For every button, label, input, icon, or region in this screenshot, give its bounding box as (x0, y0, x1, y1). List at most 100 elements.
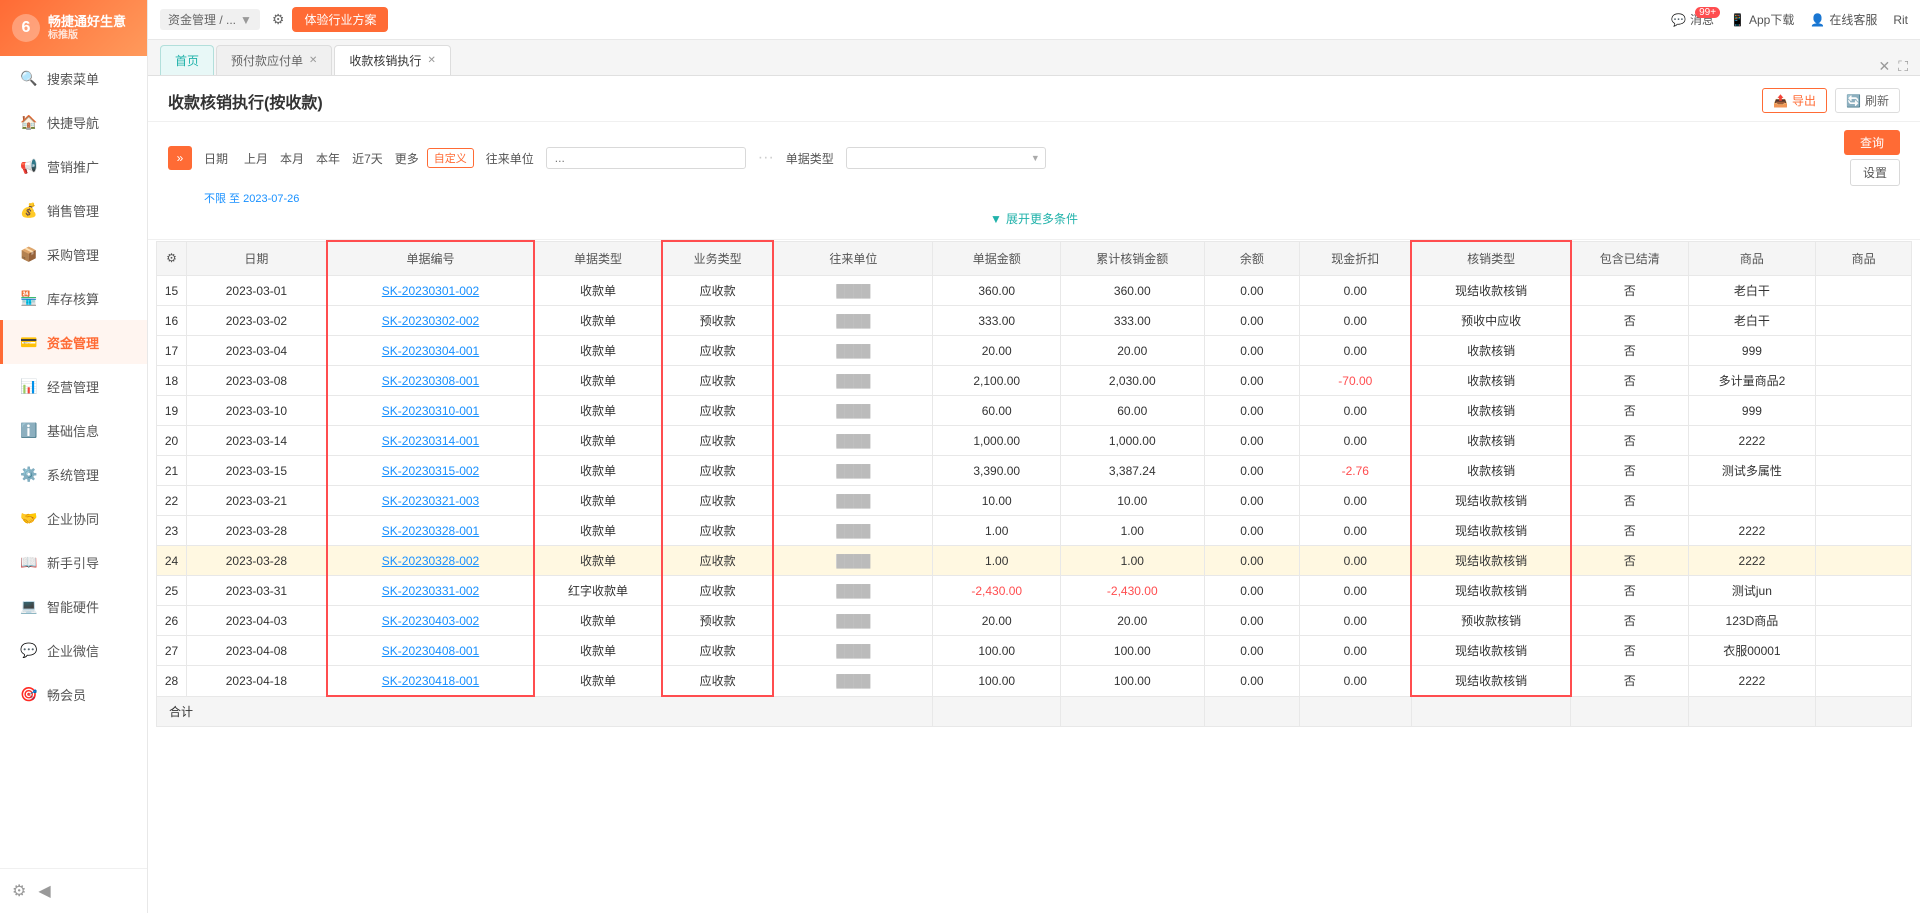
refresh-icon: 🔄 (1846, 94, 1861, 108)
tab-collection-close-icon[interactable]: ✕ (427, 55, 435, 66)
sidebar-icon-operation: 📊 (19, 376, 39, 396)
td-amount: 1,000.00 (933, 426, 1061, 456)
td-bill-no: SK-20230314-001 (327, 426, 534, 456)
refresh-button[interactable]: 🔄 刷新 (1835, 88, 1900, 113)
gear-icon[interactable]: ⚙ (272, 11, 285, 28)
td-included: 否 (1571, 366, 1688, 396)
sidebar-item-member[interactable]: 🎯 畅会员 (0, 672, 147, 716)
sidebar-label-inventory: 库存核算 (47, 289, 99, 308)
sidebar-item-wechat[interactable]: 💬 企业微信 (0, 628, 147, 672)
sidebar-item-operation[interactable]: 📊 经营管理 (0, 364, 147, 408)
td-discount: -70.00 (1300, 366, 1412, 396)
td-amount: 100.00 (933, 666, 1061, 697)
bill-no-link[interactable]: SK-20230314-001 (382, 434, 479, 448)
td-no: 28 (157, 666, 187, 697)
td-amount: 360.00 (933, 276, 1061, 306)
bill-no-link[interactable]: SK-20230302-002 (382, 314, 479, 328)
th-counterpart: 往来单位 (773, 241, 932, 276)
sidebar-item-quick[interactable]: 🏠 快捷导航 (0, 100, 147, 144)
date-prev-month-button[interactable]: 上月 (240, 148, 272, 169)
filter-settings-button[interactable]: 设置 (1850, 159, 1900, 186)
th-settings[interactable]: ⚙ (157, 241, 187, 276)
date-custom-button[interactable]: 自定义 (427, 148, 474, 168)
sidebar-item-purchase[interactable]: 📦 采购管理 (0, 232, 147, 276)
sidebar-icon-wechat: 💬 (19, 640, 39, 660)
counterpart-value: ████ (836, 524, 870, 538)
table-footer: 合计 (157, 696, 1912, 727)
bill-no-link[interactable]: SK-20230418-001 (382, 674, 479, 688)
sidebar-icon-member: 🎯 (19, 684, 39, 704)
sidebar-item-finance[interactable]: 💳 资金管理 (0, 320, 147, 364)
bill-type-select[interactable] (846, 147, 1046, 169)
sidebar-item-marketing[interactable]: 📢 营销推广 (0, 144, 147, 188)
sidebar-item-corp[interactable]: 🤝 企业协同 (0, 496, 147, 540)
message-button[interactable]: 💬 消息 99+ (1671, 11, 1714, 28)
td-product1: 2222 (1688, 666, 1816, 697)
bill-no-link[interactable]: SK-20230321-003 (382, 494, 479, 508)
bill-no-link[interactable]: SK-20230408-001 (382, 644, 479, 658)
tab-collection[interactable]: 收款核销执行 ✕ (334, 45, 450, 75)
sidebar-item-system[interactable]: ⚙️ 系统管理 (0, 452, 147, 496)
td-included: 否 (1571, 276, 1688, 306)
tab-home[interactable]: 首页 (160, 45, 214, 75)
td-product2 (1816, 606, 1912, 636)
counterpart-value: ████ (836, 464, 870, 478)
td-bill-type: 红字收款单 (534, 576, 662, 606)
tab-prepay-close-icon[interactable]: ✕ (309, 55, 317, 66)
sidebar-label-finance: 资金管理 (47, 333, 99, 352)
query-button[interactable]: 查询 (1844, 130, 1900, 155)
td-no: 18 (157, 366, 187, 396)
date-this-year-button[interactable]: 本年 (312, 148, 344, 169)
breadcrumb[interactable]: 资金管理 / ... ▼ (160, 9, 260, 30)
filter-expand-button[interactable]: » (168, 146, 192, 170)
date-more-button[interactable]: 更多 (391, 148, 423, 169)
app-download-button[interactable]: 📱 App下载 (1730, 11, 1794, 28)
td-date: 2023-03-31 (187, 576, 327, 606)
tab-close-all-icon[interactable]: ✕ (1878, 58, 1890, 75)
td-biz-type: 预收款 (662, 306, 774, 336)
bill-no-link[interactable]: SK-20230301-002 (382, 284, 479, 298)
sidebar-item-sales[interactable]: 💰 销售管理 (0, 188, 147, 232)
bill-no-link[interactable]: SK-20230331-002 (382, 584, 479, 598)
online-service-button[interactable]: 👤 在线客服 (1810, 11, 1877, 28)
bill-no-link[interactable]: SK-20230328-001 (382, 524, 479, 538)
collapse-icon[interactable]: ◀ (38, 881, 50, 901)
export-icon: 📤 (1773, 94, 1788, 108)
date-this-month-button[interactable]: 本月 (276, 148, 308, 169)
sidebar-item-guide[interactable]: 📖 新手引导 (0, 540, 147, 584)
footer-product2 (1816, 696, 1912, 727)
sidebar-label-system: 系统管理 (47, 465, 99, 484)
date-7days-button[interactable]: 近7天 (348, 148, 387, 169)
bill-no-link[interactable]: SK-20230310-001 (382, 404, 479, 418)
tab-prepay[interactable]: 预付款应付单 ✕ (216, 45, 332, 75)
sidebar-item-inventory[interactable]: 🏪 库存核算 (0, 276, 147, 320)
bill-no-link[interactable]: SK-20230315-002 (382, 464, 479, 478)
sidebar-label-search: 搜索菜单 (47, 69, 99, 88)
tab-bar: 首页 预付款应付单 ✕ 收款核销执行 ✕ ✕ ⛶ (148, 40, 1920, 76)
export-button[interactable]: 📤 导出 (1762, 88, 1827, 113)
bill-no-link[interactable]: SK-20230328-002 (382, 554, 479, 568)
td-accum: 2,030.00 (1061, 366, 1205, 396)
sidebar-item-search[interactable]: 🔍 搜索菜单 (0, 56, 147, 100)
td-verify-type: 收款核销 (1411, 456, 1570, 486)
sidebar-item-hardware[interactable]: 💻 智能硬件 (0, 584, 147, 628)
solution-button[interactable]: 体验行业方案 (292, 7, 388, 32)
bill-no-link[interactable]: SK-20230308-001 (382, 374, 479, 388)
bill-no-link[interactable]: SK-20230403-002 (382, 614, 479, 628)
bill-no-link[interactable]: SK-20230304-001 (382, 344, 479, 358)
td-included: 否 (1571, 456, 1688, 486)
settings-icon[interactable]: ⚙ (12, 881, 26, 901)
td-counterpart: ████ (773, 636, 932, 666)
expand-more-button[interactable]: ▼ 展开更多条件 (990, 210, 1078, 227)
counterpart-input[interactable] (546, 147, 746, 169)
td-amount: 20.00 (933, 606, 1061, 636)
td-counterpart: ████ (773, 456, 932, 486)
td-verify-type: 收款核销 (1411, 366, 1570, 396)
sidebar-item-basic[interactable]: ℹ️ 基础信息 (0, 408, 147, 452)
breadcrumb-arrow-icon: ▼ (240, 13, 252, 27)
td-accum: 20.00 (1061, 336, 1205, 366)
td-included: 否 (1571, 426, 1688, 456)
td-balance: 0.00 (1204, 516, 1300, 546)
service-icon: 👤 (1810, 13, 1825, 27)
tab-expand-icon[interactable]: ⛶ (1898, 58, 1908, 75)
